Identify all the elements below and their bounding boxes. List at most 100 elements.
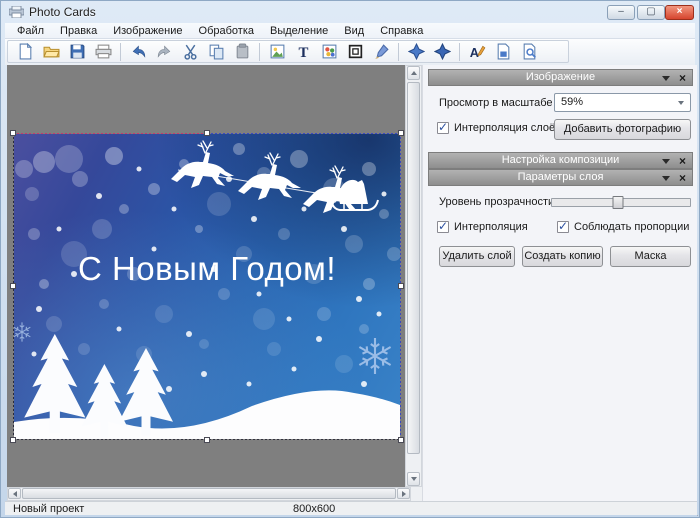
- toolbar-separator: [120, 43, 121, 61]
- menu-item-6[interactable]: Вид: [336, 24, 372, 38]
- interpolate-layers-checkbox[interactable]: Интерполяция слоёв: [437, 122, 561, 134]
- toolbar-button-paint-effects[interactable]: [368, 42, 394, 62]
- arrow-right-icon: [402, 491, 406, 497]
- vertical-scrollbar[interactable]: [405, 65, 422, 487]
- toolbar-button-undo[interactable]: [125, 42, 151, 62]
- print-icon: [95, 43, 112, 60]
- horizontal-scroll-thumb[interactable]: [22, 488, 396, 499]
- arrow-up-icon: [411, 71, 417, 75]
- section-close-icon[interactable]: ×: [679, 71, 686, 85]
- scroll-up-button[interactable]: [407, 66, 420, 80]
- card-layer[interactable]: С Новым Годом!: [14, 134, 400, 439]
- toolbar-button-add-clipart[interactable]: [316, 42, 342, 62]
- toolbar-button-add-frame[interactable]: [342, 42, 368, 62]
- add-frame-icon: [347, 43, 364, 60]
- collapse-icon[interactable]: [662, 159, 670, 164]
- toolbar-button-flip-horizontal[interactable]: [403, 42, 429, 62]
- toolbar-button-flip-vertical[interactable]: [429, 42, 455, 62]
- svg-text:A: A: [469, 45, 478, 60]
- status-canvas-size: 800x600: [293, 503, 335, 515]
- delete-layer-button[interactable]: Удалить слой: [439, 246, 515, 267]
- opacity-slider-thumb[interactable]: [613, 196, 624, 209]
- title-bar[interactable]: Photo Cards – ▢ ×: [1, 1, 699, 23]
- minimize-button[interactable]: –: [607, 5, 635, 20]
- toolbar-button-new-document[interactable]: [12, 42, 38, 62]
- toolbar-button-add-image[interactable]: [264, 42, 290, 62]
- section-title: Настройка композиции: [502, 154, 620, 166]
- copy-icon: [208, 43, 225, 60]
- section-title: Параметры слоя: [518, 171, 604, 183]
- checkbox-box: [557, 221, 569, 233]
- paste-icon: [234, 43, 251, 60]
- add-image-icon: [269, 43, 286, 60]
- toolbar-button-cut[interactable]: [177, 42, 203, 62]
- svg-text:T: T: [298, 45, 308, 60]
- arrow-left-icon: [13, 491, 17, 497]
- toolbar-button-add-text[interactable]: T: [290, 42, 316, 62]
- opacity-slider[interactable]: [551, 195, 691, 210]
- create-copy-button[interactable]: Создать копию: [522, 246, 603, 267]
- undo-icon: [130, 43, 147, 60]
- menu-item-4[interactable]: Обработка: [191, 24, 262, 38]
- flip-vertical-icon: [434, 43, 451, 60]
- add-clipart-icon: [321, 43, 338, 60]
- checkbox-label: Соблюдать пропорции: [574, 221, 689, 233]
- toolbar-button-print[interactable]: [90, 42, 116, 62]
- combo-arrow-icon: [678, 101, 684, 105]
- horizontal-scrollbar[interactable]: [7, 487, 411, 501]
- zoom-select[interactable]: 59%: [554, 93, 691, 112]
- arrow-down-icon: [411, 477, 417, 481]
- canvas-workspace[interactable]: С Новым Годом!: [7, 65, 405, 487]
- scroll-down-button[interactable]: [407, 472, 420, 486]
- checkbox-label: Интерполяция: [454, 221, 528, 233]
- add-photo-button[interactable]: Добавить фотографию: [554, 119, 691, 140]
- menu-item-2[interactable]: Правка: [52, 24, 105, 38]
- close-button[interactable]: ×: [665, 5, 694, 20]
- export-document-icon: [495, 43, 512, 60]
- card-greeting-text[interactable]: С Новым Годом!: [14, 250, 400, 288]
- status-bar: Новый проект 800x600: [5, 501, 697, 515]
- status-project-name: Новый проект: [13, 503, 84, 515]
- mask-button[interactable]: Маска: [610, 246, 691, 267]
- section-close-icon[interactable]: ×: [679, 154, 686, 168]
- marquee-edge-right: [400, 133, 401, 440]
- toolbar-separator: [259, 43, 260, 61]
- toolbar-button-edit-text[interactable]: A: [464, 42, 490, 62]
- menu-item-3[interactable]: Изображение: [105, 24, 190, 38]
- toolbar-button-save-project[interactable]: [64, 42, 90, 62]
- edit-text-icon: A: [469, 43, 486, 60]
- toolbar-button-export-document[interactable]: [490, 42, 516, 62]
- toolbar-button-preview-document[interactable]: [516, 42, 542, 62]
- toolbar-separator: [459, 43, 460, 61]
- section-header-layer[interactable]: Параметры слоя ×: [428, 169, 693, 186]
- toolbar-button-copy[interactable]: [203, 42, 229, 62]
- app-window: Photo Cards – ▢ × ФайлПравкаИзображениеО…: [0, 0, 700, 518]
- app-icon: [9, 6, 24, 18]
- scroll-right-button[interactable]: [397, 488, 410, 499]
- keep-proportions-checkbox[interactable]: Соблюдать пропорции: [557, 221, 689, 233]
- open-project-icon: [43, 43, 60, 60]
- menu-item-7[interactable]: Справка: [372, 24, 431, 38]
- preview-document-icon: [521, 43, 538, 60]
- interpolation-checkbox[interactable]: Интерполяция: [437, 221, 528, 233]
- window-title: Photo Cards: [29, 5, 96, 19]
- menu-item-5[interactable]: Выделение: [262, 24, 336, 38]
- resize-grip[interactable]: [693, 511, 694, 512]
- section-close-icon[interactable]: ×: [679, 171, 686, 185]
- vertical-scroll-thumb[interactable]: [407, 82, 420, 454]
- toolbar: TA: [5, 39, 695, 65]
- toolbar-button-open-project[interactable]: [38, 42, 64, 62]
- collapse-icon[interactable]: [662, 76, 670, 81]
- scroll-left-button[interactable]: [8, 488, 21, 499]
- collapse-icon[interactable]: [662, 176, 670, 181]
- section-header-image[interactable]: Изображение ×: [428, 69, 693, 86]
- toolbar-button-redo[interactable]: [151, 42, 177, 62]
- checkbox-box: [437, 122, 449, 134]
- checkbox-label: Интерполяция слоёв: [454, 122, 561, 134]
- maximize-button[interactable]: ▢: [637, 5, 665, 20]
- toolbar-button-paste[interactable]: [229, 42, 255, 62]
- section-header-composition[interactable]: Настройка композиции ×: [428, 152, 693, 169]
- zoom-value: 59%: [561, 96, 583, 108]
- menu-item-1[interactable]: Файл: [9, 24, 52, 38]
- section-title: Изображение: [526, 71, 595, 83]
